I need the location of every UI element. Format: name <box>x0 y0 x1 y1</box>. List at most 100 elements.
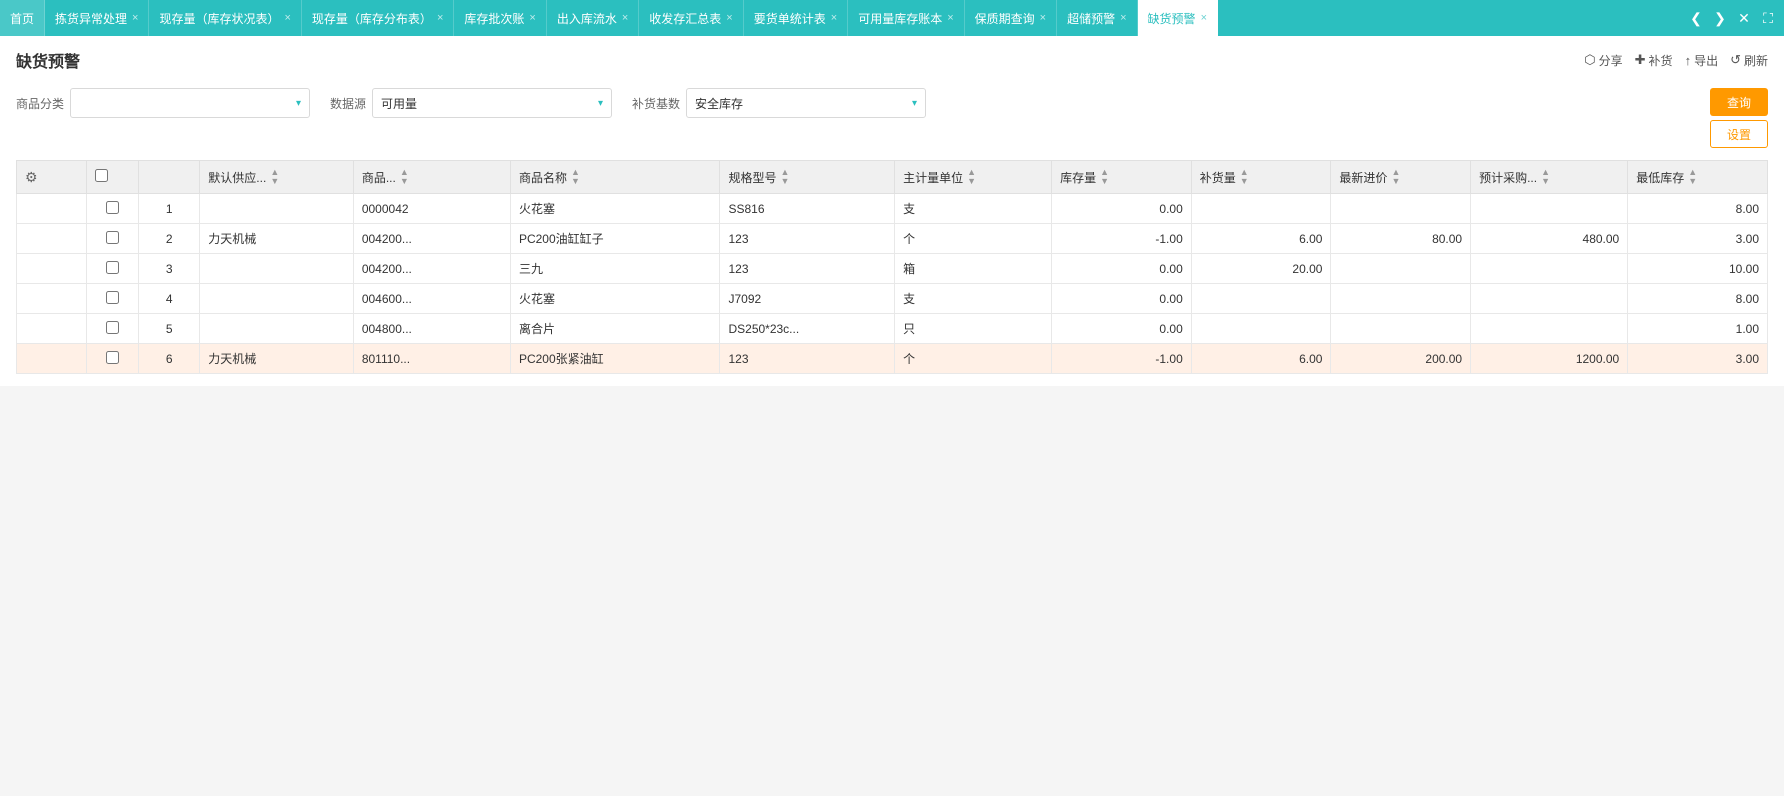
table-cell <box>200 254 354 284</box>
datasource-arrow-icon: ▾ <box>598 98 603 109</box>
table-cell: 1 <box>139 194 200 224</box>
table-cell: 火花塞 <box>510 194 720 224</box>
table-cell: 3.00 <box>1628 224 1768 254</box>
tab-close-collect-summary[interactable]: × <box>726 12 732 24</box>
nav-tab-shortage-warn[interactable]: 缺货预警 × <box>1138 0 1218 36</box>
table-cell <box>17 344 87 374</box>
replenish-base-label: 补货基数 <box>632 95 680 112</box>
nav-tab-home[interactable]: 首页 <box>0 0 45 36</box>
sort-stock-icon: ▲▼ <box>1100 168 1109 186</box>
th-check[interactable] <box>86 161 138 194</box>
table-cell <box>17 224 87 254</box>
settings-button[interactable]: 设置 <box>1710 120 1768 148</box>
table-row: 4004600...火花塞J7092支0.008.00 <box>17 284 1768 314</box>
th-supplier[interactable]: 默认供应... ▲▼ <box>200 161 354 194</box>
nav-next-btn[interactable]: ❯ <box>1708 6 1732 30</box>
th-num <box>139 161 200 194</box>
refresh-btn[interactable]: ↺ 刷新 <box>1730 52 1768 69</box>
category-arrow-icon: ▾ <box>296 98 301 109</box>
nav-tab-collect-summary[interactable]: 收发存汇总表 × <box>639 0 743 36</box>
tab-close-shortage-warn[interactable]: × <box>1201 12 1207 24</box>
table-row: 3004200...三九123箱0.0020.0010.00 <box>17 254 1768 284</box>
th-name[interactable]: 商品名称 ▲▼ <box>510 161 720 194</box>
nav-tab-available-ledger[interactable]: 可用量库存账本 × <box>848 0 964 36</box>
table-cell: 力天机械 <box>200 224 354 254</box>
table-cell: 0.00 <box>1052 314 1192 344</box>
th-forecast[interactable]: 预计采购... ▲▼ <box>1471 161 1628 194</box>
replenish-base-select[interactable]: 安全库存 ▾ <box>686 88 926 118</box>
tab-close-available-ledger[interactable]: × <box>947 12 953 24</box>
export-label: 导出 <box>1694 52 1718 69</box>
table-cell: J7092 <box>720 284 895 314</box>
th-stock[interactable]: 库存量 ▲▼ <box>1052 161 1192 194</box>
tab-close-overstock-warn[interactable]: × <box>1120 12 1126 24</box>
table-cell: 123 <box>720 344 895 374</box>
table-cell: 3.00 <box>1628 344 1768 374</box>
th-unit[interactable]: 主计量单位 ▲▼ <box>895 161 1052 194</box>
row-checkbox-4[interactable] <box>106 321 119 334</box>
nav-tab-inout-flow[interactable]: 出入库流水 × <box>547 0 639 36</box>
category-filter: 商品分类 ▾ <box>16 88 310 118</box>
select-all-checkbox[interactable] <box>95 169 108 182</box>
header-actions: ⬡ 分享 ✚ 补货 ↑ 导出 ↺ 刷新 <box>1584 52 1768 69</box>
table-cell: 1200.00 <box>1471 344 1628 374</box>
tab-close-expiry-query[interactable]: × <box>1040 12 1046 24</box>
share-label: 分享 <box>1599 52 1623 69</box>
category-select[interactable]: ▾ <box>70 88 310 118</box>
th-gear[interactable]: ⚙ <box>17 161 87 194</box>
row-checkbox-5[interactable] <box>106 351 119 364</box>
nav-tab-inventory-dist[interactable]: 现存量（库存分布表） × <box>302 0 454 36</box>
row-checkbox-3[interactable] <box>106 291 119 304</box>
gear-settings-icon[interactable]: ⚙ <box>25 169 38 185</box>
tab-close-inventory-dist[interactable]: × <box>437 12 443 24</box>
table-cell: 0.00 <box>1052 284 1192 314</box>
data-table: ⚙ 默认供应... ▲▼ 商品... ▲▼ <box>16 160 1768 374</box>
th-code[interactable]: 商品... ▲▼ <box>353 161 510 194</box>
tab-close-demand-stats[interactable]: × <box>831 12 837 24</box>
tab-close-batch-account[interactable]: × <box>529 12 535 24</box>
tab-close-inventory-status[interactable]: × <box>284 12 290 24</box>
th-price[interactable]: 最新进价 ▲▼ <box>1331 161 1471 194</box>
nav-prev-btn[interactable]: ❮ <box>1684 6 1708 30</box>
th-minstock[interactable]: 最低库存 ▲▼ <box>1628 161 1768 194</box>
sort-minstock-icon: ▲▼ <box>1688 168 1697 186</box>
table-cell: 0000042 <box>353 194 510 224</box>
th-replenish[interactable]: 补货量 ▲▼ <box>1191 161 1331 194</box>
table-cell: 4 <box>139 284 200 314</box>
query-button[interactable]: 查询 <box>1710 88 1768 116</box>
table-cell: 6 <box>139 344 200 374</box>
table-cell: 123 <box>720 224 895 254</box>
nav-tab-batch-account[interactable]: 库存批次账 × <box>454 0 546 36</box>
row-checkbox-2[interactable] <box>106 261 119 274</box>
nav-tab-overstock-warn[interactable]: 超储预警 × <box>1057 0 1137 36</box>
nav-tab-expiry-query[interactable]: 保质期查询 × <box>965 0 1057 36</box>
nav-fullscreen-btn[interactable]: ⛶ <box>1756 6 1780 30</box>
export-icon: ↑ <box>1685 53 1692 68</box>
export-btn[interactable]: ↑ 导出 <box>1685 52 1719 69</box>
tab-close-refine-anomaly[interactable]: × <box>132 12 138 24</box>
sort-price-icon: ▲▼ <box>1391 168 1400 186</box>
datasource-label: 数据源 <box>330 95 366 112</box>
datasource-value: 可用量 <box>381 95 417 112</box>
table-cell <box>1471 284 1628 314</box>
nav-tab-inventory-status[interactable]: 现存量（库存状况表） × <box>149 0 301 36</box>
nav-tab-refine-anomaly[interactable]: 拣货异常处理 × <box>45 0 149 36</box>
tab-close-inout-flow[interactable]: × <box>622 12 628 24</box>
row-checkbox-1[interactable] <box>106 231 119 244</box>
nav-closeall-btn[interactable]: ✕ <box>1732 6 1756 30</box>
table-cell <box>17 194 87 224</box>
table-cell: 6.00 <box>1191 224 1331 254</box>
datasource-select[interactable]: 可用量 ▾ <box>372 88 612 118</box>
nav-tab-demand-stats[interactable]: 要货单统计表 × <box>744 0 848 36</box>
table-cell: 0.00 <box>1052 194 1192 224</box>
th-spec[interactable]: 规格型号 ▲▼ <box>720 161 895 194</box>
row-checkbox-0[interactable] <box>106 201 119 214</box>
page-title: 缺货预警 <box>16 48 80 72</box>
filter-row: 商品分类 ▾ 数据源 可用量 ▾ 补货基数 安全库存 ▾ <box>16 88 1710 118</box>
table-cell <box>1331 254 1471 284</box>
replenish-btn[interactable]: ✚ 补货 <box>1635 52 1673 69</box>
table-cell <box>200 314 354 344</box>
share-btn[interactable]: ⬡ 分享 <box>1584 52 1622 69</box>
table-cell <box>86 194 138 224</box>
nav-controls: ❮ ❯ ✕ ⛶ <box>1680 6 1784 30</box>
